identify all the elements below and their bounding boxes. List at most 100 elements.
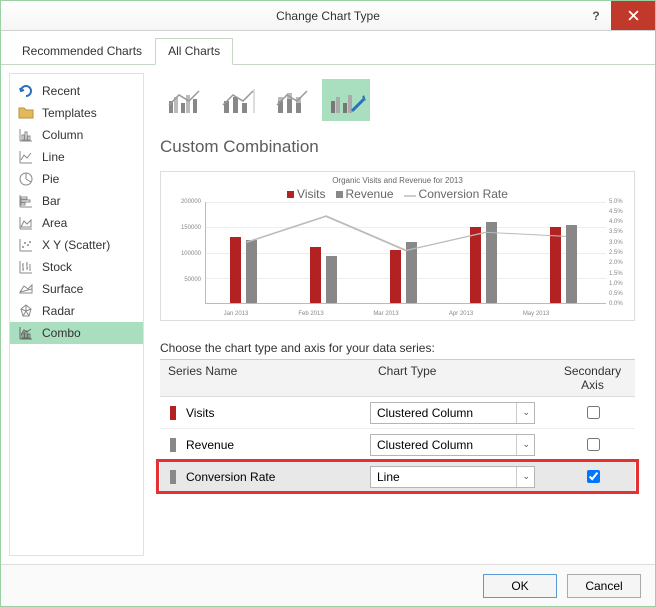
sidebar-item-line[interactable]: Line [10,146,143,168]
chart-preview[interactable]: Organic Visits and Revenue for 2013 Visi… [160,171,635,321]
x-tick: Mar 2013 [356,311,416,317]
radar-icon [18,303,34,319]
combo-subtype-custom[interactable] [322,79,370,121]
series-color-icon [170,406,176,420]
sidebar-item-bar[interactable]: Bar [10,190,143,212]
sidebar-item-label: Combo [42,326,81,340]
series-table: Series Name Chart Type Secondary Axis Vi… [160,359,635,494]
dropdown-value: Line [377,470,400,484]
titlebar: Change Chart Type ? [1,1,655,31]
chart-type-dropdown-visits[interactable]: Clustered Column ⌄ [370,402,535,424]
y2-tick: 0.0% [609,301,631,307]
recent-icon [18,83,34,99]
legend-visits: Visits [297,187,325,201]
column-icon [18,127,34,143]
sidebar-item-label: Line [42,150,65,164]
series-row-revenue: Revenue Clustered Column ⌄ [160,429,635,461]
series-table-header: Series Name Chart Type Secondary Axis [160,360,635,397]
sidebar-item-label: Pie [42,172,59,186]
combo-subtype-1[interactable] [160,79,208,121]
legend-revenue: Revenue [346,187,394,201]
section-title: Custom Combination [160,137,635,157]
y2-tick: 1.5% [609,271,631,277]
sidebar-item-label: Bar [42,194,61,208]
area-icon [18,215,34,231]
dropdown-value: Clustered Column [377,406,473,420]
sidebar-item-combo[interactable]: Combo [10,322,143,344]
y2-tick: 2.5% [609,250,631,256]
change-chart-type-dialog: Change Chart Type ? Recommended Charts A… [0,0,656,607]
chevron-down-icon: ⌄ [516,403,530,423]
close-icon[interactable] [611,1,655,30]
chart-type-dropdown-revenue[interactable]: Clustered Column ⌄ [370,434,535,456]
secondary-axis-checkbox-revenue[interactable] [587,438,600,451]
combo-subtype-3[interactable] [268,79,316,121]
y2-tick: 1.0% [609,281,631,287]
sidebar-item-pie[interactable]: Pie [10,168,143,190]
bar-icon [18,193,34,209]
y2-tick: 0.5% [609,291,631,297]
sidebar-item-templates[interactable]: Templates [10,102,143,124]
sidebar-item-area[interactable]: Area [10,212,143,234]
series-name-label: Conversion Rate [186,470,275,484]
y-tick: 200000 [165,199,201,205]
dialog-title: Change Chart Type [276,9,380,23]
x-tick: May 2013 [506,311,566,317]
combo-subtype-2[interactable] [214,79,262,121]
line-icon [18,149,34,165]
pie-icon [18,171,34,187]
combo-icon [18,325,34,341]
series-name-label: Visits [186,406,214,420]
series-row-conversion-rate: Conversion Rate Line ⌄ [160,461,635,493]
sidebar-item-column[interactable]: Column [10,124,143,146]
sidebar-item-label: Surface [42,282,83,296]
sidebar-item-label: Templates [42,106,97,120]
preview-legend: Visits Revenue Conversion Rate [169,187,626,201]
plot-area [205,202,606,304]
y-tick: 150000 [165,225,201,231]
series-color-icon [170,470,176,484]
tab-recommended-charts[interactable]: Recommended Charts [9,38,155,65]
y-tick: 100000 [165,251,201,257]
x-tick: Feb 2013 [281,311,341,317]
chart-type-dropdown-conversion[interactable]: Line ⌄ [370,466,535,488]
combo-subtype-thumbs [160,79,635,121]
scatter-icon [18,237,34,253]
y2-tick: 3.0% [609,240,631,246]
tab-all-charts[interactable]: All Charts [155,38,233,65]
surface-icon [18,281,34,297]
header-chart-type: Chart Type [370,360,550,396]
y2-tick: 4.0% [609,219,631,225]
series-color-icon [170,438,176,452]
chart-type-sidebar: Recent Templates Column Line Pie Bar [9,73,144,556]
dialog-body: Recent Templates Column Line Pie Bar [1,65,655,564]
help-icon[interactable]: ? [581,1,611,30]
ok-button[interactable]: OK [483,574,557,598]
series-row-visits: Visits Clustered Column ⌄ [160,397,635,429]
sidebar-item-scatter[interactable]: X Y (Scatter) [10,234,143,256]
sidebar-item-label: Column [42,128,83,142]
preview-title: Organic Visits and Revenue for 2013 [169,176,626,185]
x-tick: Jan 2013 [206,311,266,317]
sidebar-item-label: Area [42,216,67,230]
sidebar-item-recent[interactable]: Recent [10,80,143,102]
y2-tick: 5.0% [609,199,631,205]
y2-tick: 2.0% [609,260,631,266]
sidebar-item-label: Stock [42,260,72,274]
secondary-axis-checkbox-visits[interactable] [587,406,600,419]
y2-tick: 3.5% [609,229,631,235]
y-tick: 50000 [165,277,201,283]
secondary-axis-checkbox-conversion[interactable] [587,470,600,483]
cancel-button[interactable]: Cancel [567,574,641,598]
sidebar-item-surface[interactable]: Surface [10,278,143,300]
templates-icon [18,105,34,121]
sidebar-item-stock[interactable]: Stock [10,256,143,278]
sidebar-item-label: X Y (Scatter) [42,238,110,252]
sidebar-item-radar[interactable]: Radar [10,300,143,322]
content-pane: Custom Combination Organic Visits and Re… [144,73,647,556]
y2-tick: 4.5% [609,209,631,215]
sidebar-item-label: Recent [42,84,80,98]
series-name-label: Revenue [186,438,234,452]
header-series-name: Series Name [160,360,370,396]
chevron-down-icon: ⌄ [516,467,530,487]
